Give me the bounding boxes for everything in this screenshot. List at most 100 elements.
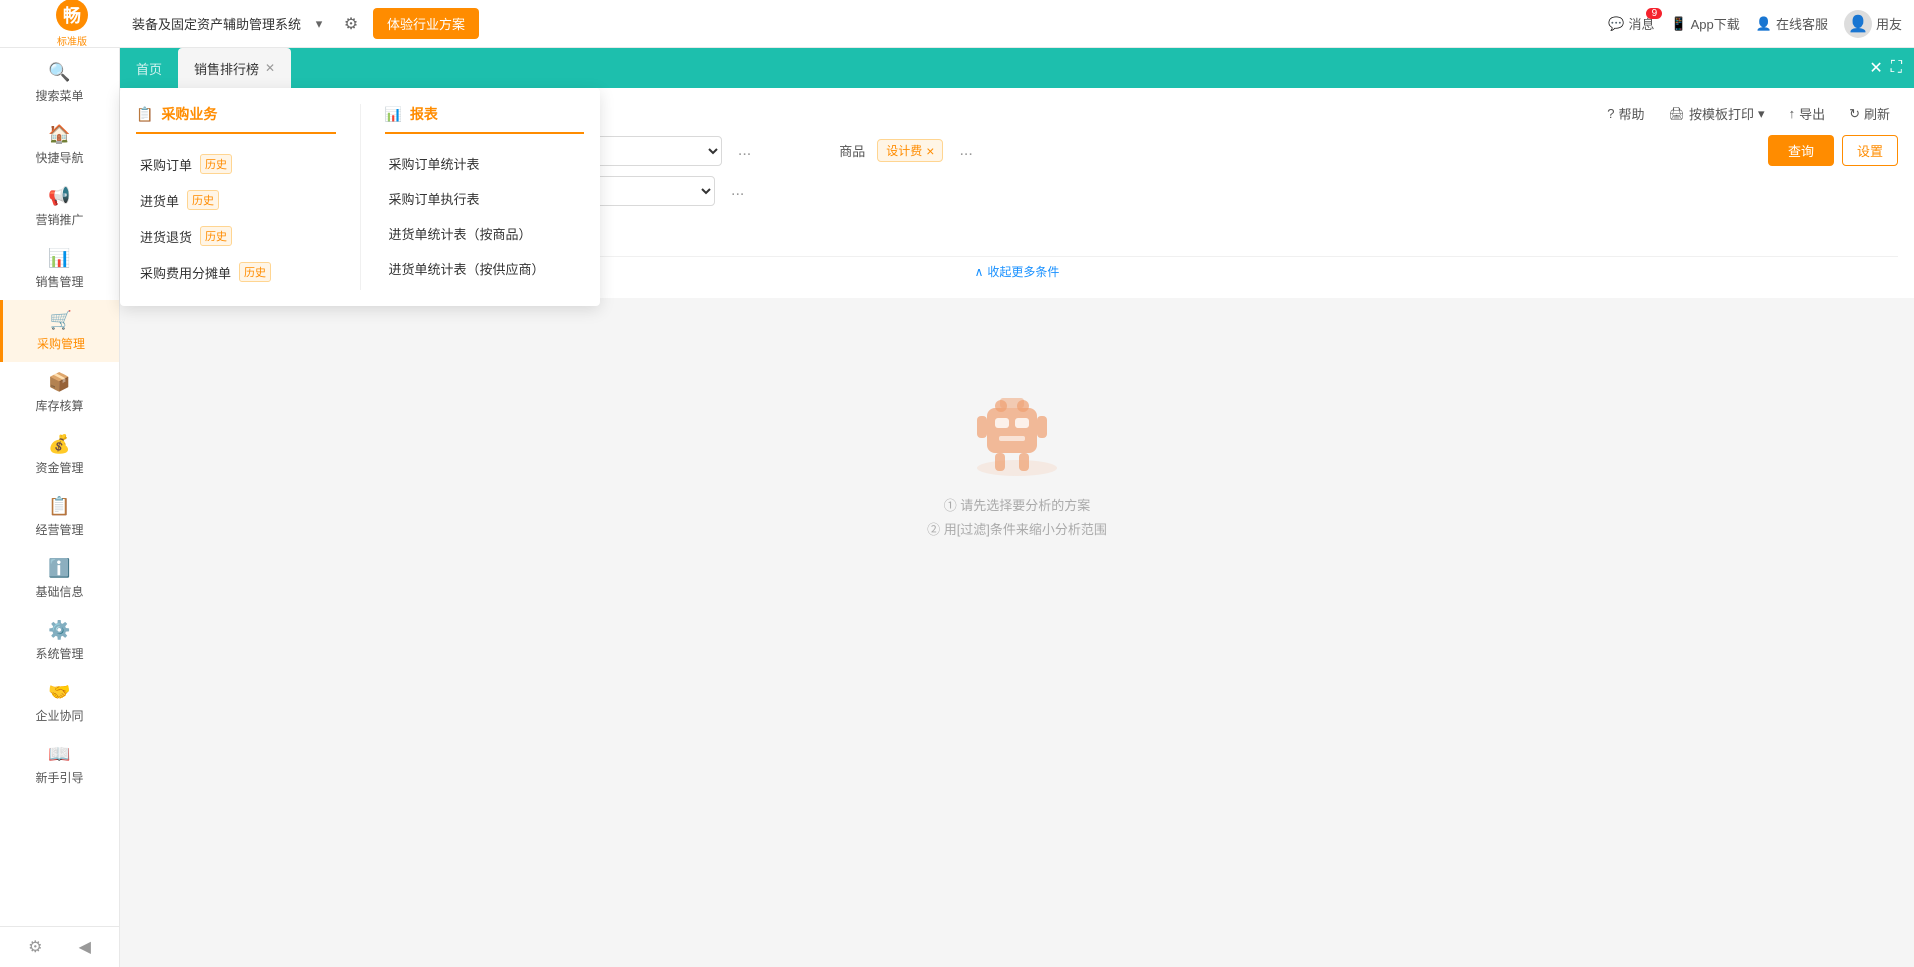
column-divider (360, 104, 361, 290)
logo-icon: 畅 (56, 0, 88, 31)
sidebar-label-capital: 资金管理 (35, 459, 83, 476)
sidebar-bottom: ⚙ ◀ (0, 926, 119, 967)
top-right-area: 💬 消息 9 📱 App下载 👤 在线客服 👤 用友 (1608, 10, 1902, 38)
tab-bar-actions: ✕ ⛶ (1869, 58, 1914, 78)
operations-icon: 📋 (48, 496, 70, 517)
receipt-stat-product-label: 进货单统计表（按商品） (389, 224, 532, 243)
title-dropdown-icon[interactable]: ▾ (309, 14, 329, 34)
menu-item-purchase-receipt[interactable]: 进货单 历史 (136, 182, 336, 218)
sidebar-item-sales[interactable]: 📊 销售管理 (0, 238, 119, 300)
goods-tag-area: 设计费 × (877, 139, 943, 162)
search-icon: 🔍 (48, 62, 70, 83)
message-badge: 9 (1646, 8, 1662, 19)
menu-item-purchase-order[interactable]: 采购订单 历史 (136, 146, 336, 182)
print-btn[interactable]: 🖨 按模板打印 ▾ (1661, 100, 1773, 127)
salesperson-ellipsis[interactable]: ... (727, 182, 748, 200)
logo-subtext: 标准版 (57, 33, 87, 48)
collapse-up-icon: ∧ (975, 265, 984, 279)
goods-tag-remove[interactable]: × (926, 143, 934, 159)
refresh-btn[interactable]: ↻ 刷新 (1841, 100, 1898, 127)
message-icon: 💬 (1608, 16, 1624, 32)
online-service-item[interactable]: 👤 在线客服 (1756, 14, 1828, 33)
menu-item-receipt-stat-product[interactable]: 进货单统计表（按商品） (385, 216, 585, 251)
action-buttons: 查询 设置 (1768, 135, 1898, 166)
menu-item-receipt-stat-supplier[interactable]: 进货单统计表（按供应商） (385, 251, 585, 286)
sidebar: 🔍 搜索菜单 🏠 快捷导航 📢 营销推广 📊 销售管理 🛒 采购管理 📦 库存核… (0, 48, 120, 967)
purchase-return-label: 进货退货 (140, 227, 192, 246)
goods-tag-label: 设计费 (886, 142, 922, 159)
sidebar-item-operations[interactable]: 📋 经营管理 (0, 486, 119, 548)
user-label: 用友 (1876, 14, 1902, 33)
tab-home[interactable]: 首页 (120, 48, 178, 88)
export-icon: ↑ (1789, 106, 1796, 121)
tab-close-all-icon[interactable]: ✕ (1869, 58, 1882, 78)
empty-state: ① 请先选择要分析的方案 ② 用[过滤]条件来缩小分析范围 (120, 298, 1914, 622)
sidebar-label-guide: 新手引导 (35, 769, 83, 786)
sidebar-settings-icon[interactable]: ⚙ (28, 937, 42, 957)
logo-char: 畅 (63, 2, 81, 28)
sidebar-item-system[interactable]: ⚙️ 系统管理 (0, 610, 119, 672)
empty-illustration (957, 378, 1077, 478)
basicinfo-icon: ℹ️ (48, 558, 70, 579)
inventory-icon: 📦 (48, 372, 70, 393)
sidebar-item-purchase[interactable]: 🛒 采购管理 (0, 300, 119, 362)
tab-expand-icon[interactable]: ⛶ (1891, 59, 1902, 77)
tab-home-label: 首页 (136, 59, 162, 78)
query-button[interactable]: 查询 (1768, 135, 1834, 166)
goods-ellipsis[interactable]: ... (955, 142, 976, 160)
menu-item-purchase-return[interactable]: 进货退货 历史 (136, 218, 336, 254)
status-ellipsis[interactable]: ... (734, 142, 755, 160)
sidebar-item-guide[interactable]: 📖 新手引导 (0, 734, 119, 796)
marketing-icon: 📢 (48, 186, 70, 207)
empty-tip-1: ① 请先选择要分析的方案 (944, 494, 1091, 518)
system-icon: ⚙️ (48, 620, 70, 641)
tab-bar: 首页 销售排行榜 ✕ ✕ ⛶ (120, 48, 1914, 88)
sidebar-item-marketing[interactable]: 📢 营销推广 (0, 176, 119, 238)
purchase-col-icon: 📋 (136, 106, 153, 123)
purchase-order-label: 采购订单 (140, 155, 192, 174)
refresh-icon: ↻ (1849, 106, 1860, 122)
system-settings-icon[interactable]: ⚙ (337, 10, 365, 38)
print-dropdown-icon[interactable]: ▾ (1758, 106, 1765, 122)
menu-item-purchase-order-stat[interactable]: 采购订单统计表 (385, 146, 585, 181)
message-item[interactable]: 💬 消息 9 (1608, 14, 1654, 33)
help-label: 帮助 (1618, 104, 1644, 123)
capital-icon: 💰 (48, 434, 70, 455)
sidebar-item-cooperation[interactable]: 🤝 企业协同 (0, 672, 119, 734)
toolbar-right: ? 帮助 🖨 按模板打印 ▾ ↑ 导出 ↻ 刷新 (1599, 100, 1898, 127)
history-tag-3: 历史 (200, 226, 232, 246)
sidebar-menu: 🔍 搜索菜单 🏠 快捷导航 📢 营销推广 📊 销售管理 🛒 采购管理 📦 库存核… (0, 48, 119, 926)
purchase-col-label: 采购业务 (161, 104, 217, 124)
user-item[interactable]: 👤 用友 (1844, 10, 1902, 38)
top-bar: 畅 标准版 装备及固定资产辅助管理系统 ▾ ⚙ 体验行业方案 💬 消息 9 📱 … (0, 0, 1914, 48)
app-download-item[interactable]: 📱 App下载 (1670, 14, 1739, 33)
report-col: 📊 报表 采购订单统计表 采购订单执行表 进货单统计表（按商品） 进货单统计表（… (369, 104, 601, 290)
receipt-stat-supplier-label: 进货单统计表（按供应商） (389, 259, 545, 278)
user-avatar: 👤 (1844, 10, 1872, 38)
export-label: 导出 (1799, 104, 1825, 123)
service-icon: 👤 (1756, 16, 1772, 32)
sidebar-item-search[interactable]: 🔍 搜索菜单 (0, 52, 119, 114)
collapse-label: 收起更多条件 (987, 263, 1059, 280)
export-btn[interactable]: ↑ 导出 (1781, 100, 1834, 127)
menu-item-purchase-order-exec[interactable]: 采购订单执行表 (385, 181, 585, 216)
sidebar-item-quicknav[interactable]: 🏠 快捷导航 (0, 114, 119, 176)
guide-icon: 📖 (48, 744, 70, 765)
sidebar-label-quicknav: 快捷导航 (35, 149, 83, 166)
help-btn[interactable]: ? 帮助 (1599, 100, 1652, 127)
tab-sales-rank[interactable]: 销售排行榜 ✕ (178, 48, 291, 88)
sidebar-label-system: 系统管理 (35, 645, 83, 662)
tab-close-icon[interactable]: ✕ (265, 61, 275, 75)
settings-button[interactable]: 设置 (1842, 135, 1898, 166)
menu-item-purchase-expense[interactable]: 采购费用分摊单 历史 (136, 254, 336, 290)
purchase-receipt-label: 进货单 (140, 191, 179, 210)
sidebar-item-basicinfo[interactable]: ℹ️ 基础信息 (0, 548, 119, 610)
purchase-col-title: 📋 采购业务 (136, 104, 336, 134)
purchase-col: 📋 采购业务 采购订单 历史 进货单 历史 进货退货 历史 采购费用分摊单 历史 (120, 104, 352, 290)
sidebar-item-capital[interactable]: 💰 资金管理 (0, 424, 119, 486)
sidebar-item-inventory[interactable]: 📦 库存核算 (0, 362, 119, 424)
sidebar-collapse-icon[interactable]: ◀ (79, 937, 91, 957)
sidebar-label-cooperation: 企业协同 (35, 707, 83, 724)
industry-btn[interactable]: 体验行业方案 (373, 8, 479, 39)
system-title-area: 装备及固定资产辅助管理系统 ▾ ⚙ 体验行业方案 (132, 8, 1608, 39)
